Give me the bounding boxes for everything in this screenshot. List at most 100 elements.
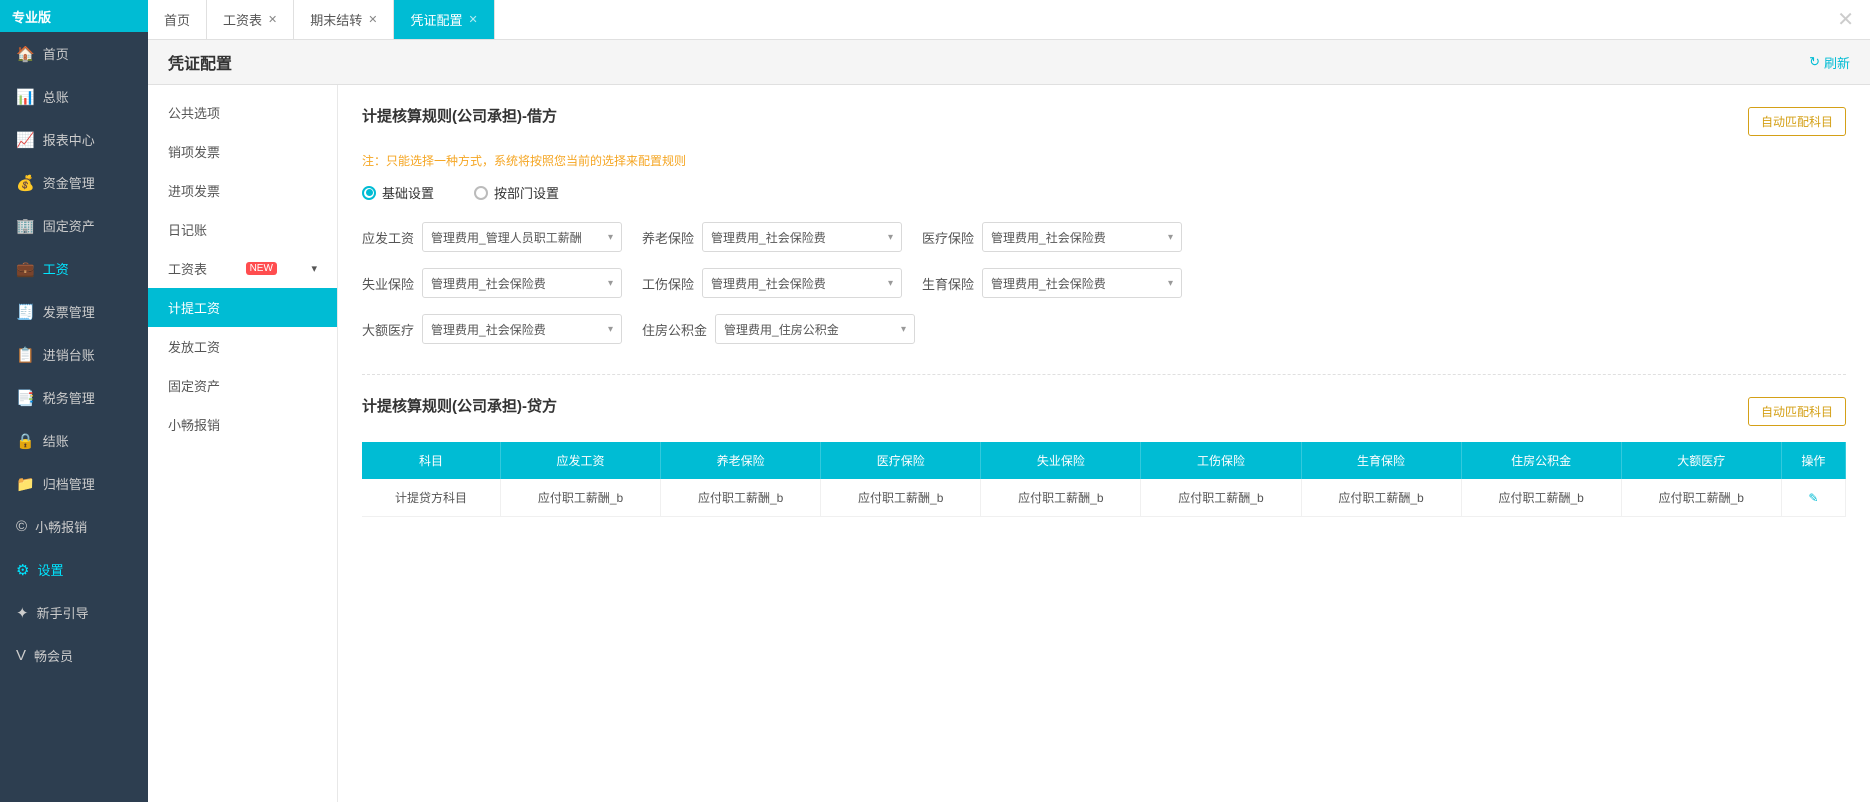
ledger-icon: 📊 <box>16 88 35 106</box>
nav-label-calc-salary: 计提工资 <box>168 298 220 317</box>
sidebar-label-invoice: 发票管理 <box>43 302 95 321</box>
sidebar-item-funds[interactable]: 💰 资金管理 <box>0 161 148 204</box>
table-header-row: 科目 应发工资 养老保险 医疗保险 失业保险 工伤保险 生育保险 住房公积金 大… <box>362 442 1846 479</box>
archive-icon: 📁 <box>16 475 35 493</box>
select-work-injury-value: 管理费用_社会保险费 <box>711 275 888 292</box>
radio-department[interactable]: 按部门设置 <box>474 183 559 202</box>
tab-payroll-close[interactable]: ✕ <box>268 13 277 26</box>
sidebar-label-settings: 设置 <box>37 560 63 579</box>
refresh-button[interactable]: ↻ 刷新 <box>1809 53 1850 72</box>
td-subject: 计提贷方科目 <box>362 479 500 517</box>
sidebar-label-home: 首页 <box>43 44 69 63</box>
sidebar-item-ledger[interactable]: 📊 总账 <box>0 75 148 118</box>
tab-period-close-close[interactable]: ✕ <box>368 13 377 26</box>
radio-group: 基础设置 按部门设置 <box>362 183 1846 202</box>
sidebar-item-invoice[interactable]: 🧾 发票管理 <box>0 290 148 333</box>
section-credit-title: 计提核算规则(公司承担)-贷方 <box>362 395 557 416</box>
sidebar-item-member[interactable]: V 畅会员 <box>0 634 148 677</box>
label-unemployment: 失业保险 <box>362 274 414 293</box>
select-pension[interactable]: 管理费用_社会保险费 ▾ <box>702 222 902 252</box>
chevron-icon: ▾ <box>311 262 317 275</box>
radio-basic[interactable]: 基础设置 <box>362 183 434 202</box>
auto-match-credit-button[interactable]: 自动匹配科目 <box>1748 397 1846 426</box>
sidebar-item-archive[interactable]: 📁 归档管理 <box>0 462 148 505</box>
field-applied-salary: 应发工资 管理费用_管理人员职工薪酬 ▾ <box>362 222 622 252</box>
tab-voucher-config[interactable]: 凭证配置 ✕ <box>394 0 494 39</box>
th-large-medical: 大额医疗 <box>1621 442 1781 479</box>
select-work-injury[interactable]: 管理费用_社会保险费 ▾ <box>702 268 902 298</box>
nav-fixed-assets[interactable]: 固定资产 <box>148 366 337 405</box>
chevron-down-icon-7: ▾ <box>608 324 613 335</box>
label-large-medical: 大额医疗 <box>362 320 414 339</box>
field-work-injury: 工伤保险 管理费用_社会保险费 ▾ <box>642 268 902 298</box>
label-pension: 养老保险 <box>642 228 694 247</box>
tab-period-close[interactable]: 期末结转 ✕ <box>294 0 394 39</box>
auto-match-debit-button[interactable]: 自动匹配科目 <box>1748 107 1846 136</box>
close-window-button[interactable]: ✕ <box>1821 7 1870 32</box>
nav-payroll-table[interactable]: 工资表 NEW ▾ <box>148 249 337 288</box>
guide-icon: ✦ <box>16 604 29 622</box>
select-medical[interactable]: 管理费用_社会保险费 ▾ <box>982 222 1182 252</box>
field-pension: 养老保险 管理费用_社会保险费 ▾ <box>642 222 902 252</box>
select-housing-fund[interactable]: 管理费用_住房公积金 ▾ <box>715 314 915 344</box>
td-medical: 应付职工薪酬_b <box>821 479 981 517</box>
sidebar-item-xiaochang[interactable]: © 小畅报销 <box>0 505 148 548</box>
sidebar-label-stockledger: 进销台账 <box>43 345 95 364</box>
sidebar-item-reports[interactable]: 📈 报表中心 <box>0 118 148 161</box>
left-nav: 公共选项 销项发票 进项发票 日记账 工资表 NEW ▾ 计提工资 发放工资 <box>148 85 338 802</box>
nav-xiaochang-exp[interactable]: 小畅报销 <box>148 405 337 444</box>
chevron-down-icon-5: ▾ <box>888 278 893 289</box>
chevron-down-icon-6: ▾ <box>1168 278 1173 289</box>
select-large-medical[interactable]: 管理费用_社会保险费 ▾ <box>422 314 622 344</box>
td-edit-action[interactable]: ✎ <box>1781 479 1845 517</box>
tab-voucher-config-close[interactable]: ✕ <box>469 13 478 26</box>
sidebar-label-archive: 归档管理 <box>43 474 95 493</box>
tab-home[interactable]: 首页 <box>148 0 207 39</box>
funds-icon: 💰 <box>16 174 35 192</box>
nav-label-public-options: 公共选项 <box>168 103 220 122</box>
select-unemployment[interactable]: 管理费用_社会保险费 ▾ <box>422 268 622 298</box>
sidebar-item-guide[interactable]: ✦ 新手引导 <box>0 591 148 634</box>
section-debit-note: 注：只能选择一种方式，系统将按照您当前的选择来配置规则 <box>362 152 1846 169</box>
select-applied-salary-value: 管理费用_管理人员职工薪酬 <box>431 229 608 246</box>
select-applied-salary[interactable]: 管理费用_管理人员职工薪酬 ▾ <box>422 222 622 252</box>
sidebar-label-salary: 工资 <box>43 259 69 278</box>
page-title: 凭证配置 <box>168 50 232 74</box>
tab-payroll[interactable]: 工资表 ✕ <box>207 0 294 39</box>
td-unemployment: 应付职工薪酬_b <box>981 479 1141 517</box>
app-title: 专业版 <box>0 0 148 32</box>
credit-table: 科目 应发工资 养老保险 医疗保险 失业保险 工伤保险 生育保险 住房公积金 大… <box>362 442 1846 517</box>
edit-icon[interactable]: ✎ <box>1808 491 1818 505</box>
field-maternity: 生育保险 管理费用_社会保险费 ▾ <box>922 268 1182 298</box>
nav-sales-invoice[interactable]: 销项发票 <box>148 132 337 171</box>
th-unemployment: 失业保险 <box>981 442 1141 479</box>
invoice-icon: 🧾 <box>16 303 35 321</box>
sidebar-item-assets[interactable]: 🏢 固定资产 <box>0 204 148 247</box>
nav-purchase-invoice[interactable]: 进项发票 <box>148 171 337 210</box>
th-subject: 科目 <box>362 442 500 479</box>
tax-icon: 📑 <box>16 389 35 407</box>
sidebar-item-tax[interactable]: 📑 税务管理 <box>0 376 148 419</box>
nav-public-options[interactable]: 公共选项 <box>148 93 337 132</box>
section-credit: 计提核算规则(公司承担)-贷方 自动匹配科目 科目 应发工资 养老保险 医疗保险… <box>362 395 1846 517</box>
label-maternity: 生育保险 <box>922 274 974 293</box>
sidebar-item-stockledger[interactable]: 📋 进销台账 <box>0 333 148 376</box>
section-debit: 计提核算规则(公司承担)-借方 自动匹配科目 注：只能选择一种方式，系统将按照您… <box>362 105 1846 344</box>
sidebar-item-closing[interactable]: 🔒 结账 <box>0 419 148 462</box>
closing-icon: 🔒 <box>16 432 35 450</box>
radio-dept-circle <box>474 186 488 200</box>
nav-journal[interactable]: 日记账 <box>148 210 337 249</box>
sidebar-item-home[interactable]: 🏠 首页 <box>0 32 148 75</box>
sidebar-label-guide: 新手引导 <box>37 603 89 622</box>
th-maternity: 生育保险 <box>1301 442 1461 479</box>
nav-label-payroll-table: 工资表 <box>168 259 207 278</box>
home-icon: 🏠 <box>16 45 35 63</box>
nav-issue-salary[interactable]: 发放工资 <box>148 327 337 366</box>
sidebar-item-settings[interactable]: ⚙ 设置 <box>0 548 148 591</box>
table-row: 计提贷方科目 应付职工薪酬_b 应付职工薪酬_b 应付职工薪酬_b 应付职工薪酬… <box>362 479 1846 517</box>
select-maternity[interactable]: 管理费用_社会保险费 ▾ <box>982 268 1182 298</box>
nav-calc-salary[interactable]: 计提工资 <box>148 288 337 327</box>
xiaochang-icon: © <box>16 518 27 535</box>
section-divider <box>362 374 1846 375</box>
sidebar-item-salary[interactable]: 💼 工资 <box>0 247 148 290</box>
